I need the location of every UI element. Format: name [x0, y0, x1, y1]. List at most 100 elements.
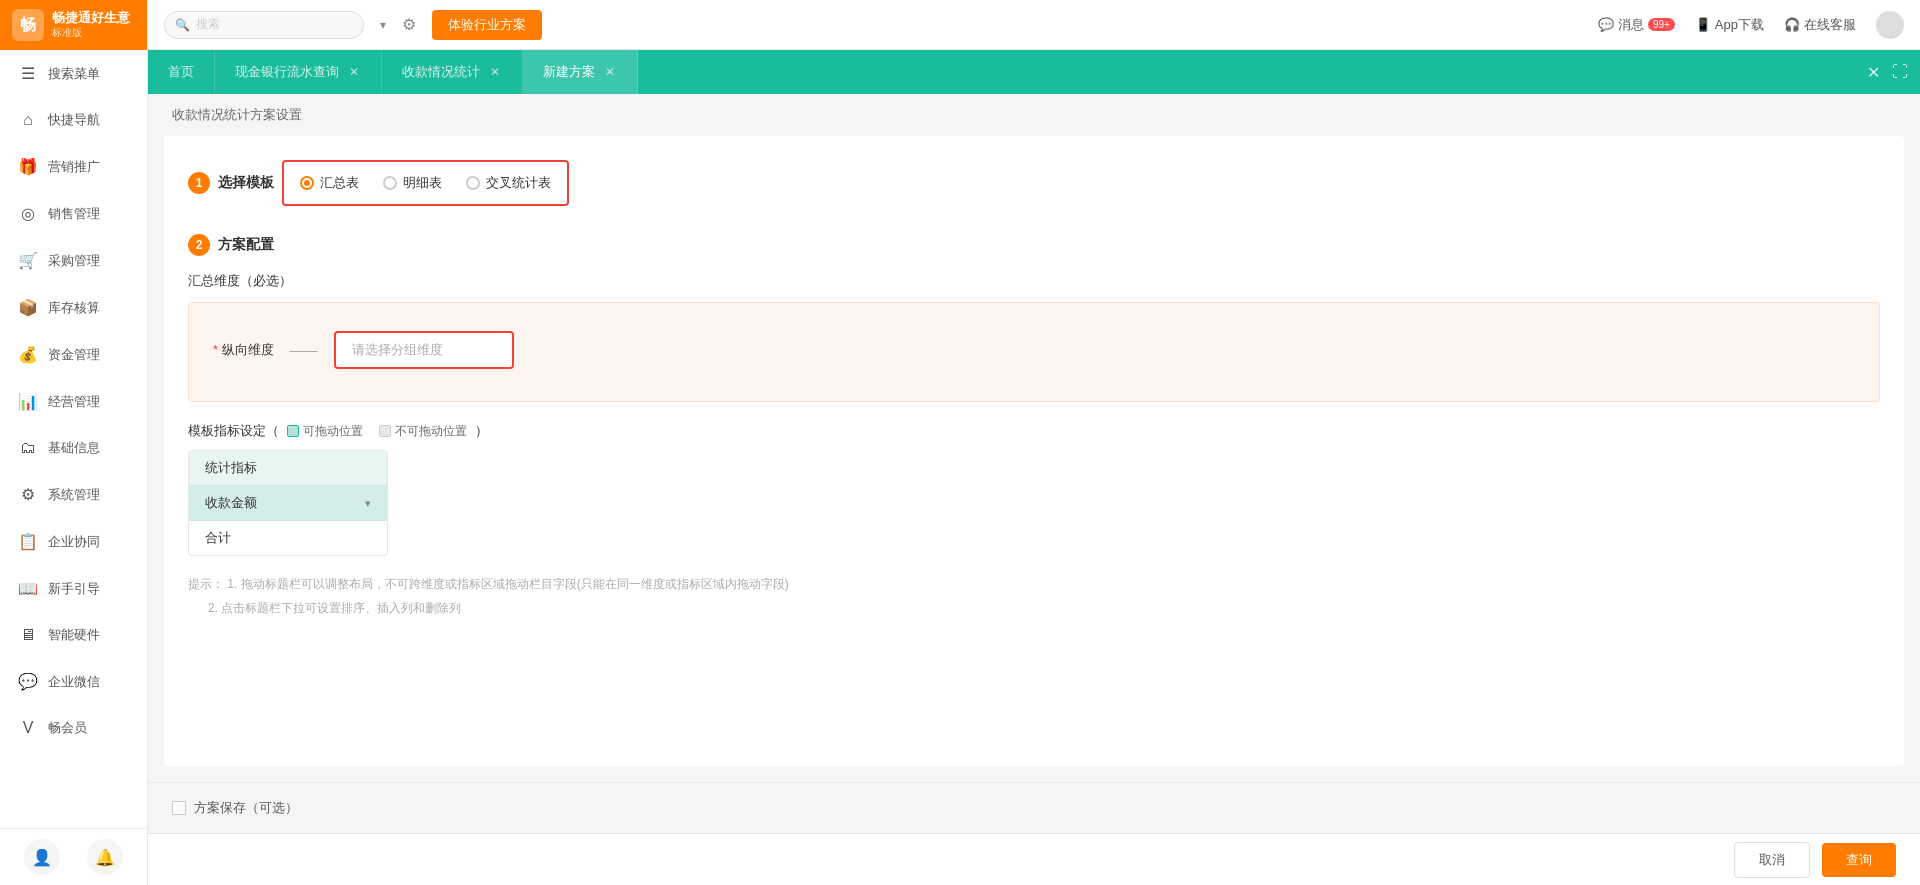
main-card: 1 选择模板 汇总表 明细表 交叉统计表 [164, 136, 1904, 766]
indicator-col-header[interactable]: 收款金额 ▾ [189, 486, 387, 521]
app-icon: 📱 [1695, 17, 1711, 32]
dimension-selector[interactable]: 请选择分组维度 [334, 331, 514, 369]
tab-collection-stats-close[interactable]: ✕ [488, 63, 502, 81]
tab-home[interactable]: 首页 [148, 50, 215, 94]
legend-fixed: 不可拖动位置 [379, 423, 467, 440]
message-item[interactable]: 💬 消息 99+ [1598, 16, 1675, 34]
sidebar-item-label: 企业微信 [48, 673, 100, 691]
header-gear-icon[interactable]: ⚙ [402, 15, 416, 34]
save-checkbox[interactable] [172, 801, 186, 815]
sidebar-item-purchase[interactable]: 🛒 采购管理 [0, 237, 147, 284]
indicator-table: 统计指标 收款金额 ▾ 合计 [188, 450, 388, 556]
user-icon[interactable]: 👤 [24, 839, 60, 875]
tab-close-action[interactable]: ✕ [1867, 63, 1880, 82]
dimension-row: * * 纵向维度纵向维度 —— 请选择分组维度 [213, 331, 1855, 369]
tab-expand-action[interactable]: ⛶ [1892, 63, 1908, 81]
sidebar-item-smart-hardware[interactable]: 🖥 智能硬件 [0, 612, 147, 658]
sidebar-item-label: 企业协同 [48, 533, 100, 551]
col-header-dropdown-arrow[interactable]: ▾ [365, 497, 371, 510]
query-button[interactable]: 查询 [1822, 843, 1896, 877]
indicator-legend: 可拖动位置 不可拖动位置 [287, 423, 467, 440]
search-menu-icon: ☰ [18, 64, 38, 83]
sidebar-item-quick-nav[interactable]: ⌂ 快捷导航 [0, 97, 147, 143]
message-badge: 99+ [1648, 18, 1675, 31]
radio-summary-label: 汇总表 [320, 174, 359, 192]
logo-badge: 标准版 [52, 26, 130, 40]
sidebar-item-label: 经营管理 [48, 393, 100, 411]
tab-new-plan-close[interactable]: ✕ [603, 63, 617, 81]
sidebar-item-marketing[interactable]: 🎁 营销推广 [0, 143, 147, 190]
sidebar-item-system[interactable]: ⚙ 系统管理 [0, 471, 147, 518]
header-dropdown-icon[interactable]: ▾ [380, 18, 386, 32]
breadcrumb: 收款情况统计方案设置 [148, 94, 1920, 136]
sidebar-item-label: 基础信息 [48, 439, 100, 457]
sidebar-item-enterprise-coop[interactable]: 📋 企业协同 [0, 518, 147, 565]
sidebar-nav: ☰ 搜索菜单 ⌂ 快捷导航 🎁 营销推广 ◎ 销售管理 🛒 采购管理 📦 库存核… [0, 50, 147, 828]
header-right: 💬 消息 99+ 📱 App下载 🎧 在线客服 [1598, 11, 1904, 39]
app-download-item[interactable]: 📱 App下载 [1695, 16, 1764, 34]
user-avatar[interactable] [1876, 11, 1904, 39]
sidebar-item-label: 销售管理 [48, 205, 100, 223]
indicator-close-paren: ） [475, 422, 488, 440]
vertical-dimension-label: * * 纵向维度纵向维度 [213, 341, 274, 359]
main-container: 🔍 搜索 ▾ ⚙ 体验行业方案 💬 消息 99+ 📱 App下载 🎧 在线客服 [148, 0, 1920, 885]
indicator-col-sub: 合计 [189, 521, 387, 555]
sidebar-item-search-menu[interactable]: ☰ 搜索菜单 [0, 50, 147, 97]
cancel-button[interactable]: 取消 [1734, 842, 1810, 878]
dimension-title: 汇总维度（必选） [188, 272, 1880, 290]
wechat-icon: 💬 [18, 672, 38, 691]
tab-collection-stats[interactable]: 收款情况统计 ✕ [382, 50, 523, 94]
notification-icon[interactable]: 🔔 [87, 839, 123, 875]
radio-detail[interactable]: 明细表 [383, 174, 442, 192]
sidebar-item-label: 畅会员 [48, 719, 87, 737]
sidebar-item-enterprise-wechat[interactable]: 💬 企业微信 [0, 658, 147, 705]
tips-section: 提示： 1. 拖动标题栏可以调整布局，不可跨维度或指标区域拖动栏目字段(只能在同… [188, 572, 1880, 620]
sidebar-item-member[interactable]: V 畅会员 [0, 705, 147, 751]
sidebar-item-newbie[interactable]: 📖 新手引导 [0, 565, 147, 612]
sidebar-item-operations[interactable]: 📊 经营管理 [0, 378, 147, 425]
page-content: 收款情况统计方案设置 1 选择模板 汇总表 明细表 [148, 94, 1920, 885]
system-icon: ⚙ [18, 485, 38, 504]
sidebar: 畅 畅捷通好生意 标准版 ☰ 搜索菜单 ⌂ 快捷导航 🎁 营销推广 ◎ 销售管理… [0, 0, 148, 885]
message-label: 消息 [1618, 16, 1644, 34]
step1-header: 1 选择模板 汇总表 明细表 交叉统计表 [188, 160, 1880, 206]
sidebar-item-label: 采购管理 [48, 252, 100, 270]
gift-icon: 🎁 [18, 157, 38, 176]
step1-section: 1 选择模板 汇总表 明细表 交叉统计表 [188, 160, 1880, 206]
dimension-title-text: 汇总维度（必选） [188, 273, 292, 288]
basics-icon: 🗂 [18, 439, 38, 457]
sidebar-item-sales[interactable]: ◎ 销售管理 [0, 190, 147, 237]
search-placeholder-text: 搜索 [196, 16, 220, 33]
trial-button[interactable]: 体验行业方案 [432, 10, 542, 40]
newbie-icon: 📖 [18, 579, 38, 598]
radio-cross[interactable]: 交叉统计表 [466, 174, 551, 192]
sidebar-item-finance[interactable]: 💰 资金管理 [0, 331, 147, 378]
operations-icon: 📊 [18, 392, 38, 411]
sidebar-item-label: 新手引导 [48, 580, 100, 598]
support-icon: 🎧 [1784, 17, 1800, 32]
message-icon: 💬 [1598, 17, 1614, 32]
search-icon: 🔍 [175, 18, 190, 32]
sidebar-item-inventory[interactable]: 📦 库存核算 [0, 284, 147, 331]
sidebar-item-basics[interactable]: 🗂 基础信息 [0, 425, 147, 471]
sidebar-item-label: 营销推广 [48, 158, 100, 176]
logo-text-block: 畅捷通好生意 标准版 [52, 10, 130, 40]
radio-summary[interactable]: 汇总表 [300, 174, 359, 192]
indicator-settings: 模板指标设定（ 可拖动位置 不可拖动位置 [188, 422, 1880, 556]
tab-new-plan[interactable]: 新建方案 ✕ [523, 50, 638, 94]
purchase-icon: 🛒 [18, 251, 38, 270]
header-search-box[interactable]: 🔍 搜索 [164, 11, 364, 39]
sidebar-item-label: 资金管理 [48, 346, 100, 364]
logo-title: 畅捷通好生意 [52, 10, 130, 26]
tip-line-1: 提示： 1. 拖动标题栏可以调整布局，不可跨维度或指标区域拖动栏目字段(只能在同… [188, 572, 1880, 596]
stats-label: 统计指标 [205, 459, 257, 477]
col-header-label: 收款金额 [205, 494, 257, 512]
online-support-item[interactable]: 🎧 在线客服 [1784, 16, 1856, 34]
legend-draggable: 可拖动位置 [287, 423, 363, 440]
tab-cash-bank[interactable]: 现金银行流水查询 ✕ [215, 50, 382, 94]
radio-summary-circle [300, 176, 314, 190]
fixed-dot [379, 425, 391, 437]
tab-cash-bank-close[interactable]: ✕ [347, 63, 361, 81]
tab-cash-bank-label: 现金银行流水查询 [235, 63, 339, 81]
required-star: * [213, 342, 222, 357]
